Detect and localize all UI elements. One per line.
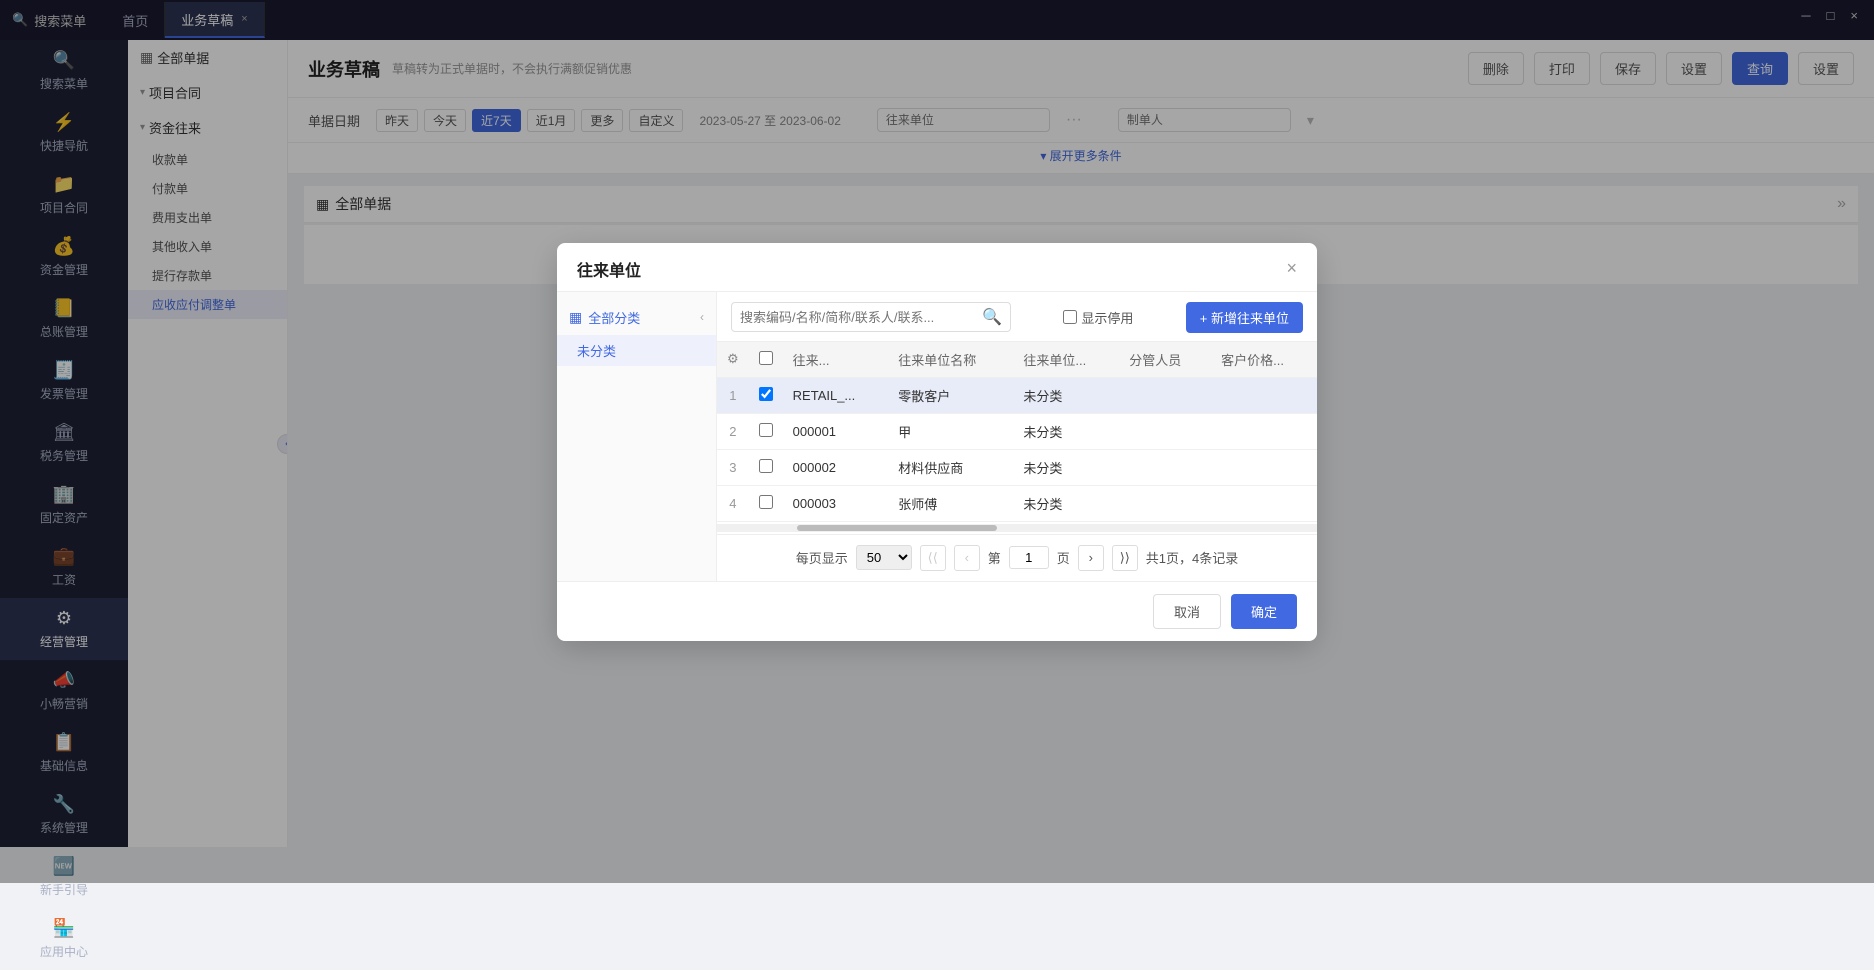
row-code: 000003 <box>783 485 889 521</box>
row-category: 未分类 <box>1013 377 1119 413</box>
row-category: 未分类 <box>1013 413 1119 449</box>
row-manager <box>1119 485 1211 521</box>
th-price: 客户价格... <box>1211 342 1317 378</box>
row-checkbox[interactable] <box>759 387 773 401</box>
page-number-input[interactable] <box>1009 546 1049 569</box>
sidebar-item-appstore[interactable]: 🏪 应用中心 <box>0 908 128 970</box>
th-category: 往来单位... <box>1013 342 1119 378</box>
table-row[interactable]: 2 000001 甲 未分类 <box>717 413 1317 449</box>
sidebar-label-guide: 新手引导 <box>40 881 88 898</box>
table-row[interactable]: 3 000002 材料供应商 未分类 <box>717 449 1317 485</box>
row-checkbox-cell <box>749 413 783 449</box>
modal-table-wrap: ⚙ 往来... 往来单位名称 往来单位... 分管人员 客户价格... <box>717 342 1317 522</box>
per-page-label: 每页显示 <box>796 548 848 567</box>
row-name: 材料供应商 <box>888 449 1013 485</box>
page-word: 第 <box>988 548 1001 567</box>
pagination: 每页显示 50 100 ⟨⟨ ‹ 第 页 › ⟩⟩ 共1页，4条记录 <box>717 534 1317 581</box>
last-page-btn[interactable]: ⟩⟩ <box>1112 545 1138 571</box>
row-name: 张师傅 <box>888 485 1013 521</box>
confirm-button[interactable]: 确定 <box>1231 594 1297 629</box>
page-label: 页 <box>1057 548 1070 567</box>
modal-left-panel: ▦ 全部分类 ‹ 未分类 <box>557 292 717 581</box>
add-partner-button[interactable]: + 新增往来单位 <box>1186 302 1303 333</box>
th-code: 往来... <box>783 342 889 378</box>
table-row[interactable]: 4 000003 张师傅 未分类 <box>717 485 1317 521</box>
uncategorized-label: 未分类 <box>577 344 616 359</box>
row-checkbox[interactable] <box>759 459 773 473</box>
modal-overlay: 往来单位 × ▦ 全部分类 ‹ 未分类 <box>0 0 1874 883</box>
modal-header: 往来单位 × <box>557 243 1317 292</box>
table-row[interactable]: 1 RETAIL_... 零散客户 未分类 <box>717 377 1317 413</box>
row-price <box>1211 485 1317 521</box>
row-manager <box>1119 449 1211 485</box>
row-price <box>1211 449 1317 485</box>
partner-modal: 往来单位 × ▦ 全部分类 ‹ 未分类 <box>557 243 1317 641</box>
row-checkbox-cell <box>749 377 783 413</box>
modal-toolbar: 🔍 显示停用 + 新增往来单位 <box>717 292 1317 342</box>
scroll-thumb <box>797 525 997 531</box>
modal-close-button[interactable]: × <box>1286 258 1297 279</box>
grid-modal-icon: ▦ <box>569 309 582 326</box>
modal-body: ▦ 全部分类 ‹ 未分类 🔍 显示停用 <box>557 292 1317 581</box>
modal-search-icon: 🔍 <box>982 307 1002 327</box>
collapse-left-icon[interactable]: ‹ <box>700 310 704 324</box>
prev-page-btn[interactable]: ‹ <box>954 545 980 571</box>
modal-search-input[interactable] <box>740 310 976 325</box>
modal-search-box: 🔍 <box>731 302 1011 332</box>
row-price <box>1211 413 1317 449</box>
row-manager <box>1119 413 1211 449</box>
modal-table: ⚙ 往来... 往来单位名称 往来单位... 分管人员 客户价格... <box>717 342 1317 522</box>
show-disabled-wrap: 显示停用 <box>1063 308 1133 327</box>
th-settings: ⚙ <box>717 342 749 378</box>
row-checkbox-cell <box>749 485 783 521</box>
total-pages-label: 共1页，4条记录 <box>1146 548 1238 567</box>
modal-all-categories[interactable]: ▦ 全部分类 ‹ <box>557 304 716 335</box>
row-name: 甲 <box>888 413 1013 449</box>
settings-icon[interactable]: ⚙ <box>727 351 739 366</box>
first-page-btn[interactable]: ⟨⟨ <box>920 545 946 571</box>
show-disabled-label: 显示停用 <box>1081 308 1133 327</box>
row-num: 2 <box>717 413 749 449</box>
appstore-icon: 🏪 <box>53 918 75 939</box>
next-page-btn[interactable]: › <box>1078 545 1104 571</box>
table-header-row: ⚙ 往来... 往来单位名称 往来单位... 分管人员 客户价格... <box>717 342 1317 378</box>
modal-footer: 取消 确定 <box>557 581 1317 641</box>
select-all-checkbox[interactable] <box>759 351 773 365</box>
th-manager: 分管人员 <box>1119 342 1211 378</box>
th-checkbox <box>749 342 783 378</box>
per-page-select[interactable]: 50 100 <box>856 545 912 570</box>
row-category: 未分类 <box>1013 449 1119 485</box>
modal-title: 往来单位 <box>577 257 641 281</box>
modal-uncategorized[interactable]: 未分类 <box>557 335 716 366</box>
all-categories-label: 全部分类 <box>588 308 640 327</box>
modal-right-panel: 🔍 显示停用 + 新增往来单位 ⚙ <box>717 292 1317 581</box>
row-code: RETAIL_... <box>783 377 889 413</box>
scroll-bar[interactable] <box>717 524 1317 532</box>
row-manager <box>1119 377 1211 413</box>
row-num: 3 <box>717 449 749 485</box>
row-checkbox-cell <box>749 449 783 485</box>
row-name: 零散客户 <box>888 377 1013 413</box>
row-price <box>1211 377 1317 413</box>
row-code: 000002 <box>783 449 889 485</box>
row-num: 1 <box>717 377 749 413</box>
th-name: 往来单位名称 <box>888 342 1013 378</box>
row-num: 4 <box>717 485 749 521</box>
row-category: 未分类 <box>1013 485 1119 521</box>
row-checkbox[interactable] <box>759 495 773 509</box>
cancel-button[interactable]: 取消 <box>1153 594 1221 629</box>
row-checkbox[interactable] <box>759 423 773 437</box>
row-code: 000001 <box>783 413 889 449</box>
show-disabled-checkbox[interactable] <box>1063 310 1077 324</box>
sidebar-label-appstore: 应用中心 <box>40 943 88 960</box>
